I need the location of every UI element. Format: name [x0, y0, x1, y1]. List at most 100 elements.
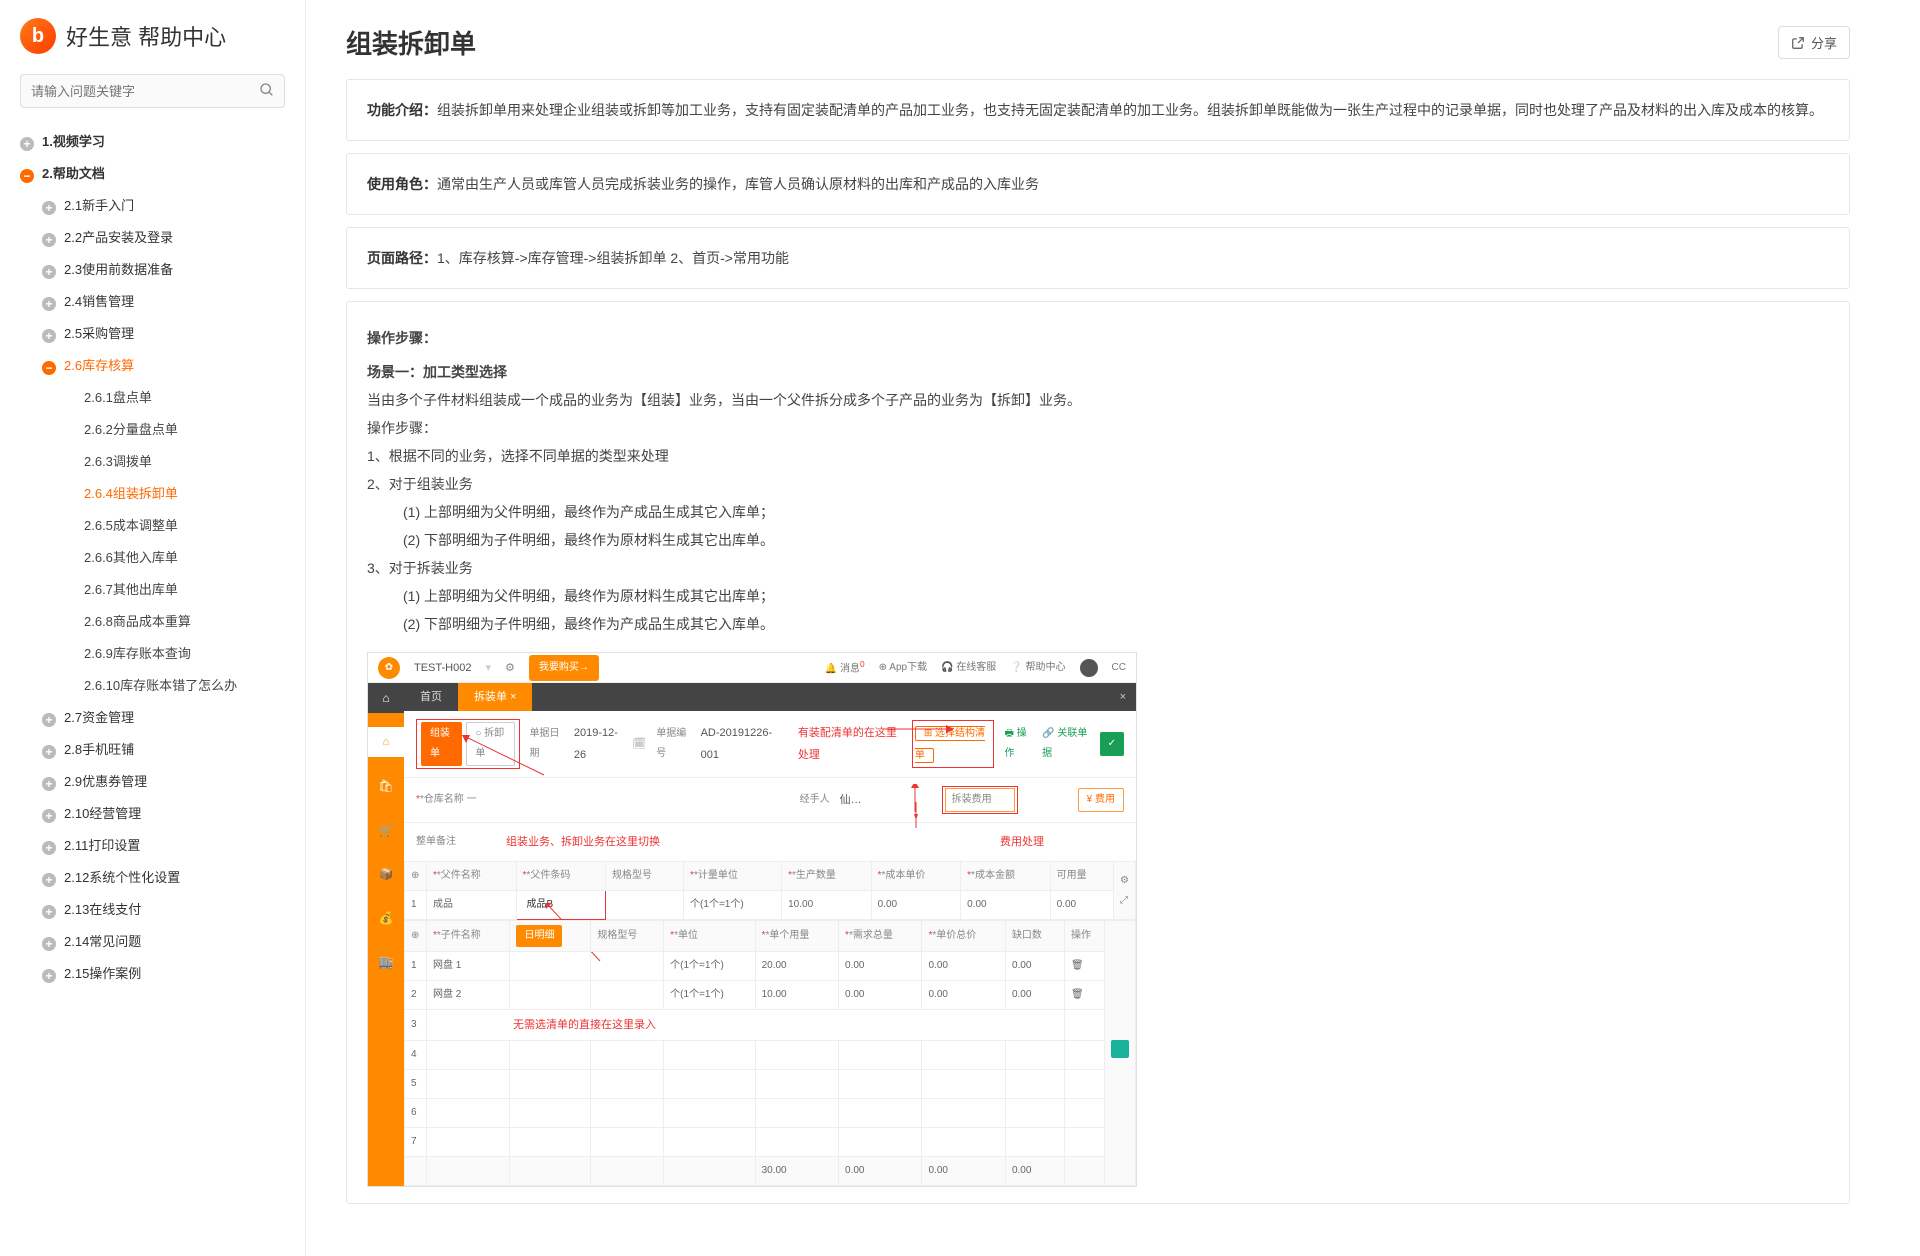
plus-icon	[42, 809, 56, 823]
shot-buy-button: 我要购买→	[529, 655, 599, 681]
rail-box-icon: 📦	[368, 859, 404, 889]
nav-2-6-8[interactable]: 2.6.8商品成本重算	[20, 606, 285, 638]
total-row: 30.000.000.000.00	[405, 1157, 1136, 1186]
chip-disassembly: ○ 拆卸单	[466, 722, 514, 766]
child-table-wrap: ⊕ **子件名称 日明细 规格型号 **单位 **单个用量 **需求总量 **单…	[404, 920, 1136, 1186]
plus-icon	[42, 745, 56, 759]
nav-2-6-2[interactable]: 2.6.2分量盘点单	[20, 414, 285, 446]
nav-2-6-6[interactable]: 2.6.6其他入库单	[20, 542, 285, 574]
plus-icon	[42, 329, 56, 343]
search-input[interactable]	[20, 74, 285, 108]
annotation-2: 组装业务、拆卸业务在这里切换	[506, 831, 660, 853]
avatar-icon	[1080, 659, 1098, 677]
step-2a: (1) 上部明细为父件明细，最终作为产成品生成其它入库单；	[367, 498, 1829, 526]
code-value: AD-20191226-001	[701, 722, 778, 766]
nav-2-6-7[interactable]: 2.6.7其他出库单	[20, 574, 285, 606]
nav-tree: 1.视频学习 2.帮助文档 2.1新手入门 2.2产品安装及登录 2.3使用前数…	[20, 126, 285, 990]
rail-bag-icon: 🛍	[368, 771, 404, 801]
nav-2-6-3[interactable]: 2.6.3调拨单	[20, 446, 285, 478]
sidebar: b 好生意 帮助中心 1.视频学习 2.帮助文档 2.1新手入门 2.2产品安装…	[0, 0, 306, 1256]
search-icon[interactable]	[259, 82, 275, 101]
parent-table: ⊕ **父件名称 **父件条码 规格型号 **计量单位 **生产数量 **成本单…	[404, 861, 1136, 920]
nav-2-6-10[interactable]: 2.6.10库存账本错了怎么办	[20, 670, 285, 702]
rel-link: 🔗 关联单据	[1042, 724, 1089, 764]
brand-row: b 好生意 帮助中心	[20, 18, 285, 54]
shot-row-wh: **仓库名称 一 经手人 仙… 拆装费用 ¥ 费用	[404, 778, 1136, 823]
steps-card: 操作步骤： 场景一：加工类型选择 当由多个子件材料组装成一个成品的业务为【组装】…	[346, 301, 1850, 1204]
main-content: 组装拆卸单 分享 功能介绍：组装拆卸单用来处理企业组装或拆卸等加工业务，支持有固…	[306, 0, 1886, 1256]
arrow-down-icon	[910, 784, 920, 820]
expand-icon: ⤢	[1120, 895, 1128, 906]
nav-2-6-4[interactable]: 2.6.4组装拆卸单	[20, 478, 285, 510]
annotation-4: 无需选清单的直接在这里录入	[513, 1019, 656, 1031]
chip-assembly: 组装单	[421, 722, 462, 766]
fee-box: 拆装费用	[942, 786, 1018, 814]
nav-1[interactable]: 1.视频学习	[20, 126, 285, 158]
nav-2-6[interactable]: 2.6库存核算	[20, 350, 285, 382]
plus-icon	[42, 713, 56, 727]
nav-2-6-5[interactable]: 2.6.5成本调整单	[20, 510, 285, 542]
intro-label: 功能介绍：	[367, 102, 437, 118]
maker-value: 仙…	[840, 789, 862, 811]
steps-sub-heading: 操作步骤：	[367, 414, 1829, 442]
path-label: 页面路径：	[367, 250, 437, 266]
save-button-icon: ✓	[1100, 732, 1124, 756]
page-title: 组装拆卸单	[346, 24, 476, 61]
nav-2-6-1[interactable]: 2.6.1盘点单	[20, 382, 285, 414]
nav-2-1[interactable]: 2.1新手入门	[20, 190, 285, 222]
logo-icon: b	[20, 18, 56, 54]
parent-table-wrap: ⊕ **父件名称 **父件条码 规格型号 **计量单位 **生产数量 **成本单…	[404, 861, 1136, 920]
nav-2-9[interactable]: 2.9优惠券管理	[20, 766, 285, 798]
share-button[interactable]: 分享	[1778, 26, 1850, 59]
nav-2-12[interactable]: 2.12系统个性化设置	[20, 862, 285, 894]
shot-rail: ⌂ ⌂ 🛍 🛒 📦 💰 🏬	[368, 683, 404, 1186]
maker-label: 经手人	[800, 790, 830, 810]
shot-online: 🎧 在线客服	[941, 658, 996, 678]
nav-2-4[interactable]: 2.4销售管理	[20, 286, 285, 318]
shot-row-remark: 整单备注 组装业务、拆卸业务在这里切换 费用处理	[404, 823, 1136, 861]
brand-title: 好生意 帮助中心	[66, 20, 226, 52]
embedded-screenshot: ✿ TEST-H002 ▾ ⚙ 我要购买→ 🔔 消息0 ⊕ App下载 🎧 在线…	[367, 652, 1137, 1187]
child-row-1: 1网盘 1个(1个=1个)20.000.000.000.00🗑	[405, 952, 1136, 981]
delete-icon: 🗑	[1065, 981, 1105, 1010]
plus-icon	[42, 201, 56, 215]
nav-2-7[interactable]: 2.7资金管理	[20, 702, 285, 734]
fee-input: 拆装费用	[945, 788, 1015, 812]
calendar-icon: 🗓	[632, 733, 646, 755]
gear-icon: ⚙	[505, 657, 515, 679]
step-2b: (2) 下部明细为子件明细，最终作为原材料生成其它出库单。	[367, 526, 1829, 554]
nav-2-3[interactable]: 2.3使用前数据准备	[20, 254, 285, 286]
plus-icon	[42, 905, 56, 919]
rail-cart-icon: 🛒	[368, 815, 404, 845]
shot-tabbar: 首页 拆装单 × ×	[404, 683, 1136, 711]
shot-company: TEST-H002	[414, 657, 471, 679]
plus-icon	[42, 969, 56, 983]
shot-msg: 🔔 消息0	[825, 656, 865, 679]
plus-icon	[42, 937, 56, 951]
nav-2-2[interactable]: 2.2产品安装及登录	[20, 222, 285, 254]
nav-2[interactable]: 2.帮助文档	[20, 158, 285, 190]
nav-2-10[interactable]: 2.10经营管理	[20, 798, 285, 830]
minus-icon	[42, 361, 56, 375]
nav-2-5[interactable]: 2.5采购管理	[20, 318, 285, 350]
nav-2-11[interactable]: 2.11打印设置	[20, 830, 285, 862]
op-link: 🖶 操作	[1004, 724, 1032, 764]
scenario-heading: 场景一：加工类型选择	[367, 358, 1829, 386]
plus-icon	[42, 841, 56, 855]
template-box: ⊞ 选择结构清单	[912, 720, 995, 768]
nav-2-6-9[interactable]: 2.6.9库存账本查询	[20, 638, 285, 670]
step-3a: (1) 上部明细为父件明细，最终作为原材料生成其它出库单；	[367, 582, 1829, 610]
nav-2-14[interactable]: 2.14常见问题	[20, 926, 285, 958]
gear-icon: ⚙	[1120, 875, 1129, 886]
nav-2-8[interactable]: 2.8手机旺铺	[20, 734, 285, 766]
role-card: 使用角色：通常由生产人员或库管人员完成拆装业务的操作，库管人员确认原材料的出库和…	[346, 153, 1850, 215]
nav-2-15[interactable]: 2.15操作案例	[20, 958, 285, 990]
type-switch-box: 组装单 ○ 拆卸单	[416, 719, 520, 769]
search-box[interactable]	[20, 74, 285, 108]
intro-card: 功能介绍：组装拆卸单用来处理企业组装或拆卸等加工业务，支持有固定装配清单的产品加…	[346, 79, 1850, 141]
shot-row-type: 组装单 ○ 拆卸单 单据日期 2019-12-26 🗓 单据编号 AD-2019…	[404, 711, 1136, 778]
shot-user: CC	[1112, 658, 1126, 678]
nav-2-13[interactable]: 2.13在线支付	[20, 894, 285, 926]
annotation-3: 费用处理	[1000, 831, 1044, 853]
path-text: 1、库存核算->库存管理->组装拆卸单 2、首页->常用功能	[437, 250, 789, 266]
